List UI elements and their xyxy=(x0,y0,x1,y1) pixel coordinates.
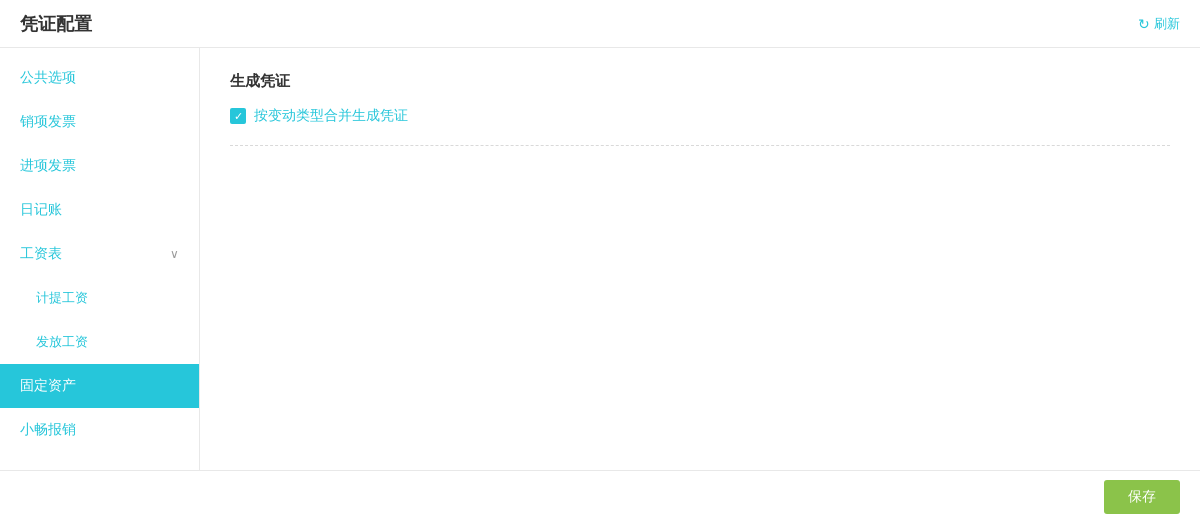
sidebar-item-purchase-invoice[interactable]: 进项发票 xyxy=(0,144,199,188)
sidebar-item-label: 销项发票 xyxy=(20,113,76,131)
page-wrapper: 凭证配置 ↻ 刷新 公共选项 销项发票 进项发票 日记账 工资表 ∨ xyxy=(0,0,1200,522)
content-area: 生成凭证 ✓ 按变动类型合并生成凭证 xyxy=(200,48,1200,470)
sidebar-item-payroll-table[interactable]: 工资表 ∨ xyxy=(0,232,199,276)
section-divider xyxy=(230,145,1170,146)
page-footer: 保存 xyxy=(0,470,1200,522)
sidebar-item-label: 发放工资 xyxy=(36,333,88,351)
sidebar-item-label: 固定资产 xyxy=(20,377,76,395)
refresh-button[interactable]: ↻ 刷新 xyxy=(1138,15,1180,33)
page-title: 凭证配置 xyxy=(20,12,92,36)
sidebar-item-pay-payroll[interactable]: 发放工资 xyxy=(0,320,199,364)
refresh-label: 刷新 xyxy=(1154,15,1180,33)
sidebar-item-sales-invoice[interactable]: 销项发票 xyxy=(0,100,199,144)
save-button[interactable]: 保存 xyxy=(1104,480,1180,514)
sidebar-item-label: 工资表 xyxy=(20,245,62,263)
sidebar-item-fixed-assets[interactable]: 固定资产 xyxy=(0,364,199,408)
sidebar: 公共选项 销项发票 进项发票 日记账 工资表 ∨ 计提工资 发放工资 固定资 xyxy=(0,48,200,470)
sidebar-item-expense-report[interactable]: 小畅报销 xyxy=(0,408,199,452)
checkbox-row: ✓ 按变动类型合并生成凭证 xyxy=(230,107,1170,125)
refresh-icon: ↻ xyxy=(1138,16,1150,32)
sidebar-item-journal[interactable]: 日记账 xyxy=(0,188,199,232)
chevron-down-icon: ∨ xyxy=(170,247,179,261)
sidebar-item-label: 计提工资 xyxy=(36,289,88,307)
section-title: 生成凭证 xyxy=(230,72,1170,91)
page-header: 凭证配置 ↻ 刷新 xyxy=(0,0,1200,48)
sidebar-item-accrual-payroll[interactable]: 计提工资 xyxy=(0,276,199,320)
sidebar-item-public-options[interactable]: 公共选项 xyxy=(0,56,199,100)
sidebar-item-label: 公共选项 xyxy=(20,69,76,87)
sidebar-item-label: 小畅报销 xyxy=(20,421,76,439)
merge-by-type-checkbox[interactable]: ✓ xyxy=(230,108,246,124)
main-content: 公共选项 销项发票 进项发票 日记账 工资表 ∨ 计提工资 发放工资 固定资 xyxy=(0,48,1200,470)
sidebar-item-label: 日记账 xyxy=(20,201,62,219)
checkbox-label: 按变动类型合并生成凭证 xyxy=(254,107,408,125)
sidebar-item-label: 进项发票 xyxy=(20,157,76,175)
checkmark-icon: ✓ xyxy=(234,111,243,122)
